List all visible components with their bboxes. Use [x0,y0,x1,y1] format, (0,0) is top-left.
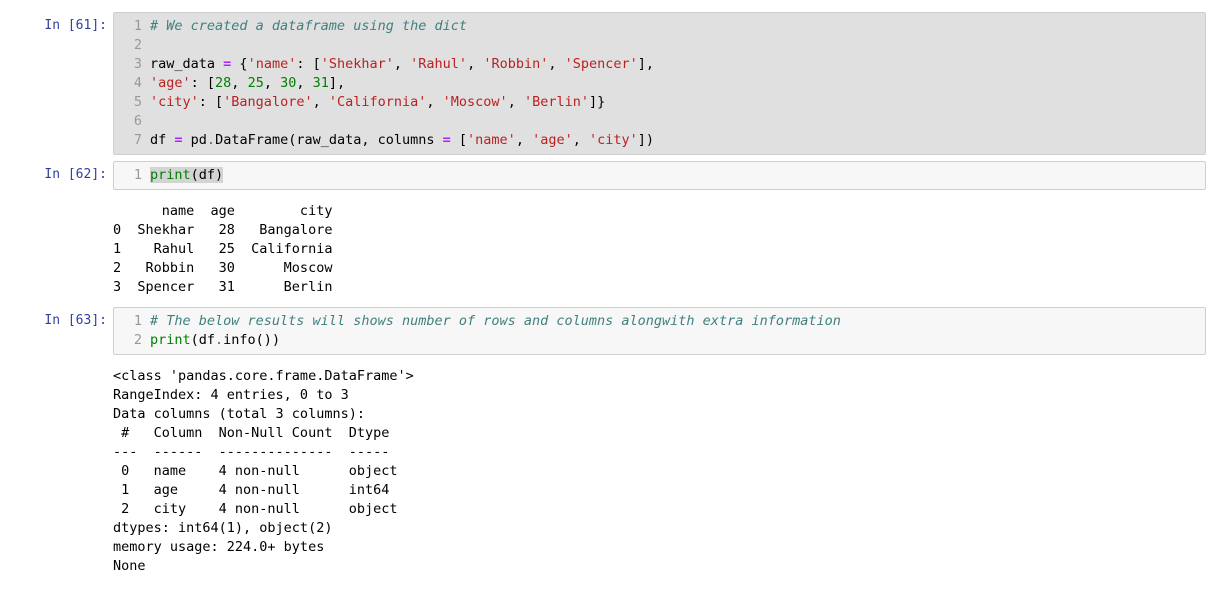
code-token: 'Bangalore' [223,94,312,110]
code-content[interactable] [150,112,1205,131]
code-token: ]) [638,132,654,148]
input-cell: In [63]:1# The below results will shows … [12,307,1206,355]
code-token: 'Spencer' [565,56,638,72]
code-token: : [ [296,56,320,72]
code-token: , [231,75,247,91]
code-token: 'name' [467,132,516,148]
code-line[interactable]: 1print(df) [114,166,1205,185]
line-number: 5 [114,93,150,112]
code-token: , [467,56,483,72]
code-token: 28 [215,75,231,91]
code-content[interactable]: # We created a dataframe using the dict [150,17,1205,36]
code-token: 'Shekhar' [321,56,394,72]
input-cell: In [62]:1print(df) [12,161,1206,190]
input-prompt: In [62]: [12,161,113,182]
line-number: 1 [114,166,150,185]
code-token: DataFrame(raw_data, columns [215,132,443,148]
code-content[interactable]: df = pd.DataFrame(raw_data, columns = ['… [150,131,1205,150]
line-number: 4 [114,74,150,93]
code-token: (df [191,332,215,348]
code-token: 'city' [589,132,638,148]
line-number: 2 [114,331,150,350]
code-line[interactable]: 3raw_data = {'name': ['Shekhar', 'Rahul'… [114,55,1205,74]
input-prompt: In [61]: [12,12,113,33]
code-token: ]} [589,94,605,110]
code-token: # The below results will shows number of… [150,313,841,329]
code-token: { [231,56,247,72]
code-content[interactable]: 'age': [28, 25, 30, 31], [150,74,1205,93]
code-token: . [215,332,223,348]
code-token: ], [329,75,345,91]
code-editor[interactable]: 1print(df) [113,161,1206,190]
code-token: , [264,75,280,91]
line-number: 3 [114,55,150,74]
code-content[interactable]: print(df) [150,166,1205,185]
line-number: 7 [114,131,150,150]
code-content[interactable]: 'city': ['Bangalore', 'California', 'Mos… [150,93,1205,112]
code-token: , [394,56,410,72]
code-token: # We created a dataframe using the dict [150,18,467,34]
code-token: . [207,132,215,148]
code-editor[interactable]: 1# The below results will shows number o… [113,307,1206,355]
code-token: 25 [248,75,264,91]
code-line[interactable]: 2print(df.info()) [114,331,1205,350]
code-line[interactable]: 4'age': [28, 25, 30, 31], [114,74,1205,93]
code-token: 'city' [150,94,199,110]
code-content[interactable]: # The below results will shows number of… [150,312,1205,331]
code-token: 'Rahul' [410,56,467,72]
code-token: 'California' [329,94,427,110]
code-token: info()) [223,332,280,348]
code-token: ], [638,56,654,72]
code-token: , [426,94,442,110]
code-line[interactable]: 1# The below results will shows number o… [114,312,1205,331]
code-content[interactable]: raw_data = {'name': ['Shekhar', 'Rahul',… [150,55,1205,74]
code-line[interactable]: 5'city': ['Bangalore', 'California', 'Mo… [114,93,1205,112]
code-token: , [296,75,312,91]
line-number: 1 [114,17,150,36]
code-token: : [ [199,94,223,110]
notebook: In [61]:1# We created a dataframe using … [12,12,1206,586]
code-editor[interactable]: 1# We created a dataframe using the dict… [113,12,1206,155]
code-token: 'name' [248,56,297,72]
cell-output: <class 'pandas.core.frame.DataFrame'> Ra… [113,361,1206,586]
code-token: , [508,94,524,110]
code-content[interactable] [150,36,1205,55]
code-token: print [150,332,191,348]
code-content[interactable]: print(df.info()) [150,331,1205,350]
code-token: 'age' [150,75,191,91]
code-token: 'Moscow' [443,94,508,110]
code-token: = [174,132,182,148]
code-token: = [443,132,451,148]
code-token: 'Berlin' [524,94,589,110]
code-token: df [150,132,174,148]
code-token: raw_data [150,56,223,72]
cell-output: name age city 0 Shekhar 28 Bangalore 1 R… [113,196,1206,307]
line-number: 2 [114,36,150,55]
code-token: pd [183,132,207,148]
code-token: , [516,132,532,148]
code-token: [ [451,132,467,148]
code-token: print [150,167,191,183]
code-token: (df) [191,167,224,183]
code-token: 30 [280,75,296,91]
code-line[interactable]: 2 [114,36,1205,55]
code-token: , [573,132,589,148]
code-line[interactable]: 7df = pd.DataFrame(raw_data, columns = [… [114,131,1205,150]
code-token: 'age' [532,132,573,148]
code-token: 31 [313,75,329,91]
input-prompt: In [63]: [12,307,113,328]
code-token: : [ [191,75,215,91]
code-token: 'Robbin' [483,56,548,72]
line-number: 6 [114,112,150,131]
code-token: , [313,94,329,110]
code-line[interactable]: 6 [114,112,1205,131]
code-token: , [548,56,564,72]
code-line[interactable]: 1# We created a dataframe using the dict [114,17,1205,36]
input-cell: In [61]:1# We created a dataframe using … [12,12,1206,155]
line-number: 1 [114,312,150,331]
